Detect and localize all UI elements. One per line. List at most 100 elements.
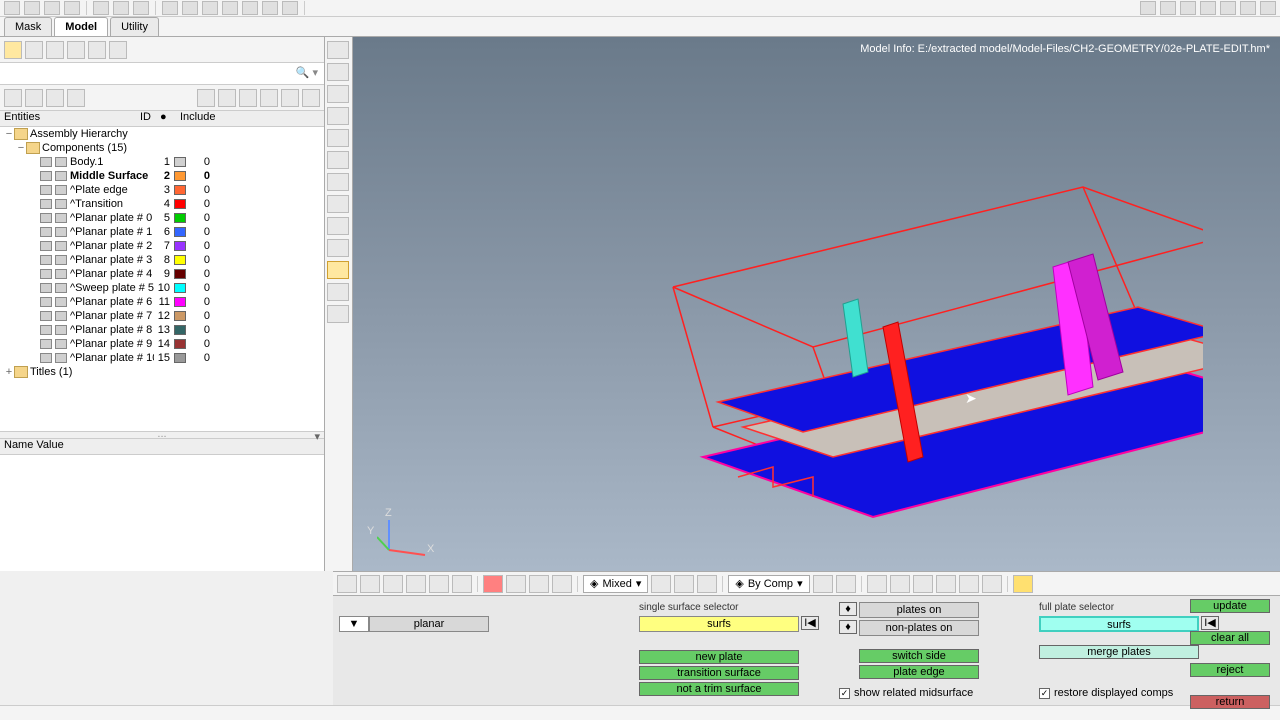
view-icon[interactable]: [529, 575, 549, 593]
col-id[interactable]: ID: [140, 111, 160, 126]
col-include[interactable]: Include: [180, 111, 220, 126]
not-trim-button[interactable]: not a trim surface: [639, 682, 799, 696]
single-selector-surfs[interactable]: surfs: [639, 616, 799, 632]
tool-icon[interactable]: [46, 41, 64, 59]
vtool-icon[interactable]: [327, 151, 349, 169]
tool-icon[interactable]: [222, 1, 238, 15]
tool-icon[interactable]: [67, 41, 85, 59]
tool-icon[interactable]: [4, 1, 20, 15]
tree-row-component[interactable]: ^Sweep plate # 5100: [0, 281, 324, 295]
view-icon[interactable]: [813, 575, 833, 593]
tree-row-titles[interactable]: + Titles (1): [0, 365, 324, 379]
eye-icon[interactable]: [281, 89, 299, 107]
view-icon[interactable]: [867, 575, 887, 593]
color-swatch[interactable]: [174, 339, 186, 349]
view-icon[interactable]: [936, 575, 956, 593]
view-icon[interactable]: [836, 575, 856, 593]
tab-mask[interactable]: Mask: [4, 17, 52, 36]
view-icon[interactable]: [506, 575, 526, 593]
col-color[interactable]: ●: [160, 111, 180, 126]
tool-icon[interactable]: [93, 1, 109, 15]
tool-icon[interactable]: [242, 1, 258, 15]
display-icon[interactable]: [197, 89, 215, 107]
vtool-icon[interactable]: [327, 173, 349, 191]
view-icon[interactable]: [913, 575, 933, 593]
return-button[interactable]: return: [1190, 695, 1270, 709]
cursor-icon[interactable]: [239, 89, 257, 107]
update-button[interactable]: update: [1190, 599, 1270, 613]
tree-row-component[interactable]: ^Planar plate # 050: [0, 211, 324, 225]
splitter[interactable]: ▾: [0, 431, 324, 439]
tool-icon[interactable]: [109, 41, 127, 59]
monitor-icon[interactable]: [982, 575, 1002, 593]
viewport-3d[interactable]: Model Info: E:/extracted model/Model-Fil…: [353, 37, 1280, 571]
full-selector-surfs[interactable]: surfs: [1039, 616, 1199, 632]
tool-icon[interactable]: [1240, 1, 1256, 15]
color-swatch[interactable]: [174, 311, 186, 321]
tool-icon[interactable]: [88, 41, 106, 59]
mode-planar[interactable]: planar: [369, 616, 489, 632]
search-input[interactable]: [0, 63, 324, 85]
view-icon[interactable]: [890, 575, 910, 593]
vtool-icon[interactable]: [327, 217, 349, 235]
color-swatch[interactable]: [174, 255, 186, 265]
view-icon[interactable]: [552, 575, 572, 593]
tool-icon[interactable]: [133, 1, 149, 15]
view-icon[interactable]: [360, 575, 380, 593]
tool-icon[interactable]: [44, 1, 60, 15]
plate-edge-button[interactable]: plate edge: [859, 665, 979, 679]
tool-icon[interactable]: [1160, 1, 1176, 15]
color-swatch[interactable]: [174, 283, 186, 293]
color-swatch[interactable]: [174, 157, 186, 167]
color-swatch[interactable]: [174, 185, 186, 195]
tool-icon[interactable]: [24, 1, 40, 15]
view-icon[interactable]: [959, 575, 979, 593]
tree-row-component[interactable]: ^Planar plate # 490: [0, 267, 324, 281]
tree-row-component[interactable]: ^Plate edge30: [0, 183, 324, 197]
restore-checkbox[interactable]: ✓: [1039, 688, 1050, 699]
color-swatch[interactable]: [174, 353, 186, 363]
color-swatch[interactable]: [174, 241, 186, 251]
reset-selector-button[interactable]: I◀: [801, 616, 819, 630]
delete-icon[interactable]: [483, 575, 503, 593]
tool-icon[interactable]: [1260, 1, 1276, 15]
tool-icon[interactable]: [64, 1, 80, 15]
mode-dropdown[interactable]: ▼: [339, 616, 369, 632]
show-midsurf-checkbox[interactable]: ✓: [839, 688, 850, 699]
tree-row-component[interactable]: ^Planar plate # 380: [0, 253, 324, 267]
vtool-icon[interactable]: [327, 129, 349, 147]
view-icon[interactable]: [406, 575, 426, 593]
tool-icon[interactable]: [113, 1, 129, 15]
color-swatch[interactable]: [174, 171, 186, 181]
vtool-icon[interactable]: [327, 195, 349, 213]
color-combo[interactable]: ◈By Comp▾: [728, 575, 809, 593]
vtool-icon[interactable]: [327, 63, 349, 81]
vtool-icon[interactable]: [327, 261, 349, 279]
tree-row-component[interactable]: ^Planar plate # 9140: [0, 337, 324, 351]
vtool-icon[interactable]: [327, 283, 349, 301]
color-swatch[interactable]: [174, 199, 186, 209]
tree-row-component[interactable]: Body.110: [0, 155, 324, 169]
vtool-icon[interactable]: [327, 305, 349, 323]
nonplates-on-button[interactable]: non-plates on: [859, 620, 979, 636]
new-plate-button[interactable]: new plate: [639, 650, 799, 664]
star-icon[interactable]: [1013, 575, 1033, 593]
spinner-icon[interactable]: ♦: [839, 602, 857, 616]
tool-icon[interactable]: [162, 1, 178, 15]
view-icon[interactable]: [651, 575, 671, 593]
tool-icon[interactable]: [25, 41, 43, 59]
tree-row-component[interactable]: ^Planar plate # 10150: [0, 351, 324, 365]
tool-icon[interactable]: [202, 1, 218, 15]
eye-icon[interactable]: [302, 89, 320, 107]
tree-row-component[interactable]: Middle Surface20: [0, 169, 324, 183]
color-swatch[interactable]: [174, 269, 186, 279]
vtool-icon[interactable]: [327, 41, 349, 59]
view-icon[interactable]: [337, 575, 357, 593]
merge-plates-button[interactable]: merge plates: [1039, 645, 1199, 659]
tree-row-component[interactable]: ^Planar plate # 6110: [0, 295, 324, 309]
tool-icon[interactable]: [67, 89, 85, 107]
color-swatch[interactable]: [174, 297, 186, 307]
tool-icon[interactable]: [1140, 1, 1156, 15]
color-swatch[interactable]: [174, 213, 186, 223]
tool-icon[interactable]: [262, 1, 278, 15]
